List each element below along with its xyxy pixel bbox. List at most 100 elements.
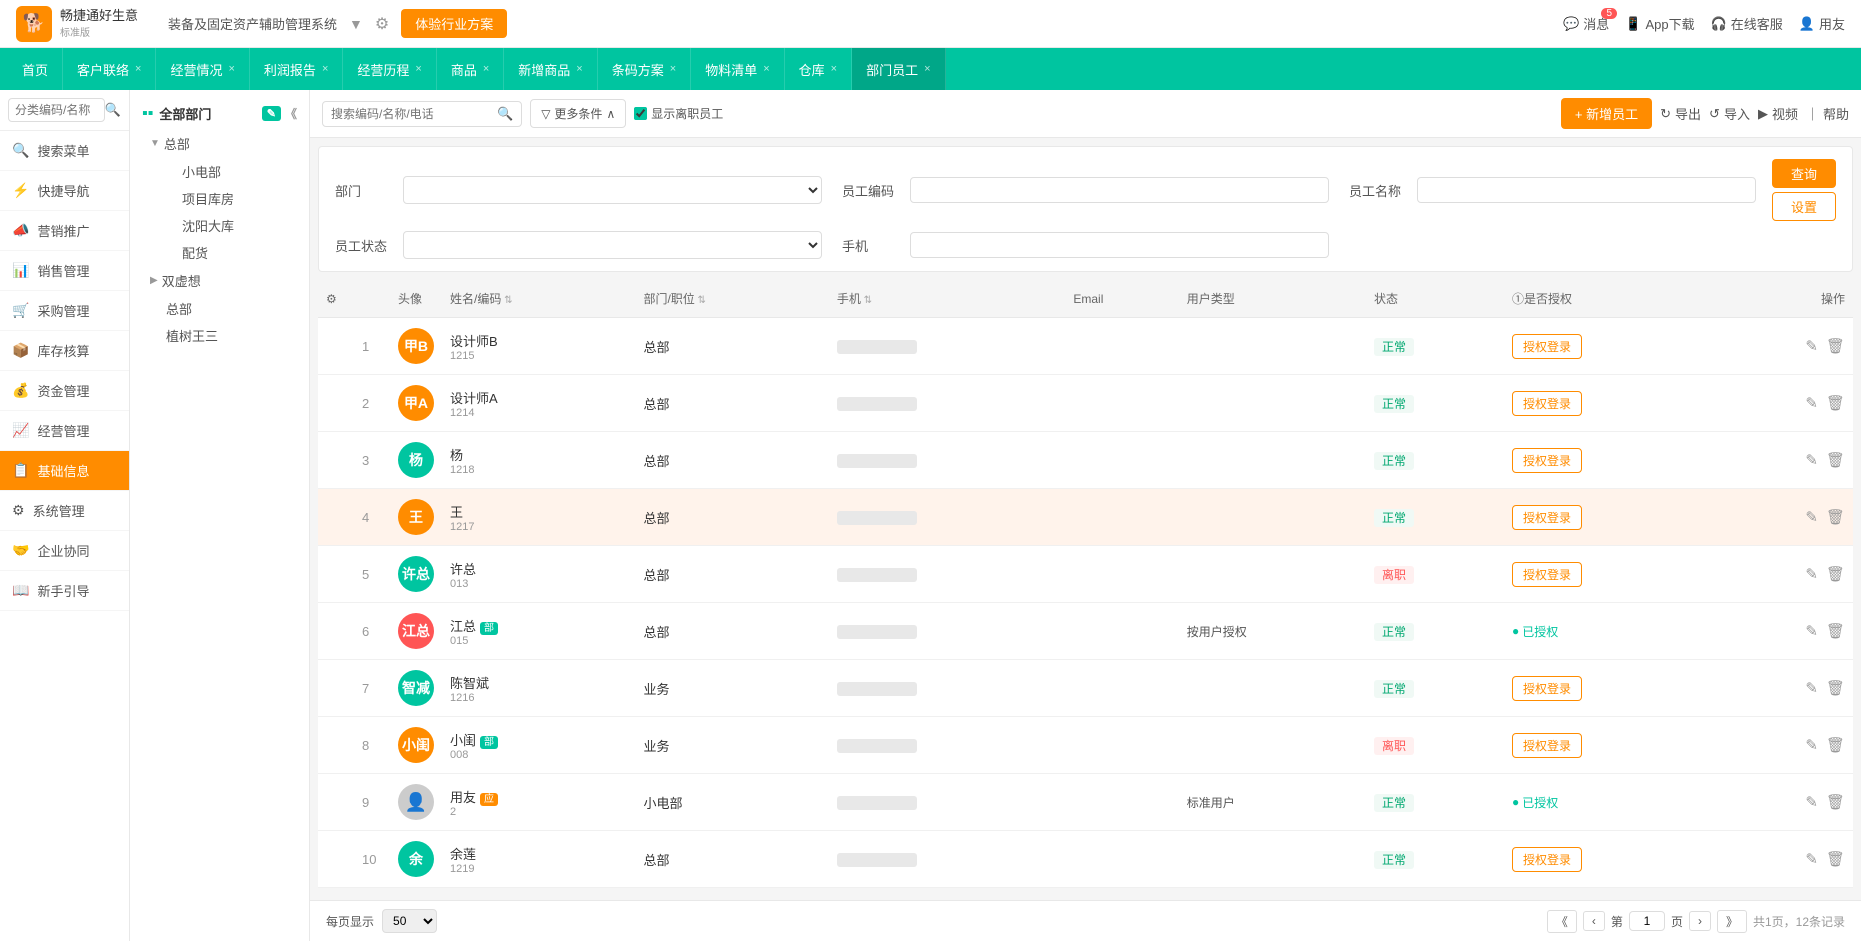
show-resigned-label[interactable]: 显示离职员工 [634, 105, 723, 122]
sidebar-search-input[interactable] [8, 98, 105, 122]
add-employee-btn[interactable]: + 新增员工 [1561, 98, 1652, 129]
trial-btn[interactable]: 体验行业方案 [401, 9, 507, 38]
auth-btn[interactable]: 授权登录 [1512, 562, 1582, 587]
sidebar-item-nav[interactable]: ⚡快捷导航 [0, 171, 129, 211]
col-auth-cell: 授权登录 [1504, 375, 1716, 432]
sidebar-item-purchase[interactable]: 🛒采购管理 [0, 291, 129, 331]
dept-child-dispatch[interactable]: 配货 [154, 239, 309, 266]
sidebar-item-inventory[interactable]: 📦库存核算 [0, 331, 129, 371]
sidebar-item-basics[interactable]: 📋基础信息 [0, 451, 129, 491]
gear-btn[interactable]: ⚙ [375, 14, 389, 34]
page-input[interactable] [1629, 911, 1665, 931]
dept-child-zongbu[interactable]: 总部 [138, 295, 309, 322]
sidebar-item-collab[interactable]: 🤝企业协同 [0, 531, 129, 571]
edit-btn[interactable]: ✎ [1805, 622, 1818, 640]
reset-btn[interactable]: 设置 [1772, 192, 1836, 221]
dept-child-shenyang[interactable]: 沈阳大库 [154, 212, 309, 239]
filter-status-select[interactable] [403, 231, 822, 259]
nav-tab-add-goods[interactable]: 新增商品 × [504, 48, 597, 90]
status-badge: 正常 [1374, 509, 1414, 527]
auth-btn[interactable]: 授权登录 [1512, 334, 1582, 359]
dept-child-zhishu[interactable]: 植树王三 [138, 322, 309, 349]
export-btn[interactable]: ↻ 导出 [1660, 104, 1701, 123]
delete-btn[interactable]: 🗑 [1826, 793, 1845, 811]
view-btn[interactable]: ▶ 视频 [1758, 104, 1798, 123]
delete-btn[interactable]: 🗑 [1826, 850, 1845, 868]
edit-btn[interactable]: ✎ [1805, 850, 1818, 868]
nav-tab-profit[interactable]: 利润报告 × [250, 48, 343, 90]
query-btn[interactable]: 查询 [1772, 159, 1836, 188]
dept-node-head[interactable]: ▼总部 [138, 129, 309, 158]
auth-btn[interactable]: 授权登录 [1512, 676, 1582, 701]
dept-edit-btn[interactable]: ✎ [262, 106, 281, 121]
online-service-btn[interactable]: 🎧 在线客服 [1711, 14, 1783, 33]
app-download-btn[interactable]: 📱 App下载 [1625, 14, 1694, 33]
nav-tab-home[interactable]: 首页 [8, 48, 63, 90]
edit-btn[interactable]: ✎ [1805, 451, 1818, 469]
delete-btn[interactable]: 🗑 [1826, 565, 1845, 583]
nav-tab-business[interactable]: 经营情况 × [156, 48, 249, 90]
nav-tab-bom[interactable]: 物料清单 × [691, 48, 784, 90]
nav-tab-history[interactable]: 经营历程 × [343, 48, 436, 90]
nav-tab-warehouse[interactable]: 仓库 × [785, 48, 852, 90]
sidebar-item-sales[interactable]: 📊销售管理 [0, 251, 129, 291]
page-size-select[interactable]: 10 20 50 100 [382, 909, 437, 933]
op-btns: ✎ 🗑 [1724, 565, 1845, 583]
import-btn[interactable]: ↺ 导入 [1709, 104, 1750, 123]
user-avatar[interactable]: 👤 用友 [1799, 14, 1845, 33]
filter-more-btn[interactable]: ▽ 更多条件 ∧ [530, 99, 626, 128]
auth-btn[interactable]: 授权登录 [1512, 847, 1582, 872]
sidebar-item-system[interactable]: ⚙系统管理 [0, 491, 129, 531]
delete-btn[interactable]: 🗑 [1826, 679, 1845, 697]
col-avatar-cell: 甲B [390, 318, 442, 375]
delete-btn[interactable]: 🗑 [1826, 508, 1845, 526]
sidebar-item-finance[interactable]: 💰资金管理 [0, 371, 129, 411]
col-phone[interactable]: 手机 [829, 280, 1066, 318]
sidebar-item-marketing[interactable]: 📣营销推广 [0, 211, 129, 251]
nav-tab-customer[interactable]: 客户联络 × [63, 48, 156, 90]
sidebar-item-guide[interactable]: 📖新手引导 [0, 571, 129, 611]
dept-node-shuangxu[interactable]: ▶双虚想 [138, 266, 309, 295]
edit-btn[interactable]: ✎ [1805, 508, 1818, 526]
nav-tab-goods[interactable]: 商品 × [437, 48, 504, 90]
delete-btn[interactable]: 🗑 [1826, 394, 1845, 412]
filter-name-input[interactable] [1417, 177, 1756, 203]
edit-btn[interactable]: ✎ [1805, 394, 1818, 412]
dept-child-project[interactable]: 项目库房 [154, 185, 309, 212]
delete-btn[interactable]: 🗑 [1826, 736, 1845, 754]
search-input[interactable] [331, 107, 491, 121]
edit-btn[interactable]: ✎ [1805, 736, 1818, 754]
avatar: 余 [398, 841, 434, 877]
message-btn[interactable]: 💬 消息 5 [1563, 14, 1609, 33]
auth-btn[interactable]: 授权登录 [1512, 448, 1582, 473]
sidebar-item-search[interactable]: 🔍搜索菜单 [0, 131, 129, 171]
edit-btn[interactable]: ✎ [1805, 679, 1818, 697]
nav-tab-barcode[interactable]: 条码方案 × [598, 48, 691, 90]
auth-btn[interactable]: 授权登录 [1512, 733, 1582, 758]
auth-btn[interactable]: 授权登录 [1512, 391, 1582, 416]
col-name-code[interactable]: 姓名/编码 [442, 280, 635, 318]
first-page-btn[interactable]: 《 [1547, 910, 1577, 933]
filter-phone-input[interactable] [910, 232, 1329, 258]
system-dropdown-btn[interactable]: ▼ [349, 16, 363, 32]
edit-btn[interactable]: ✎ [1805, 337, 1818, 355]
prev-page-btn[interactable]: ‹ [1583, 911, 1605, 931]
next-page-btn[interactable]: › [1689, 911, 1711, 931]
show-resigned-checkbox[interactable] [634, 107, 647, 120]
delete-btn[interactable]: 🗑 [1826, 451, 1845, 469]
delete-btn[interactable]: 🗑 [1826, 337, 1845, 355]
nav-tab-employee[interactable]: 部门员工 × [852, 48, 945, 90]
auth-btn[interactable]: 授权登录 [1512, 505, 1582, 530]
col-dept-pos[interactable]: 部门/职位 [635, 280, 828, 318]
dept-child-xiaodibu[interactable]: 小电部 [154, 158, 309, 185]
dept-collapse-btn[interactable]: 《 [285, 105, 297, 122]
sidebar-item-operations[interactable]: 📈经营管理 [0, 411, 129, 451]
filter-dept-select[interactable] [403, 176, 822, 204]
delete-btn[interactable]: 🗑 [1826, 622, 1845, 640]
last-page-btn[interactable]: 》 [1717, 910, 1747, 933]
help-btn[interactable]: ｜ 帮助 [1806, 104, 1849, 123]
col-settings[interactable]: ⚙ [318, 280, 354, 318]
filter-code-input[interactable] [910, 177, 1329, 203]
edit-btn[interactable]: ✎ [1805, 565, 1818, 583]
edit-btn[interactable]: ✎ [1805, 793, 1818, 811]
